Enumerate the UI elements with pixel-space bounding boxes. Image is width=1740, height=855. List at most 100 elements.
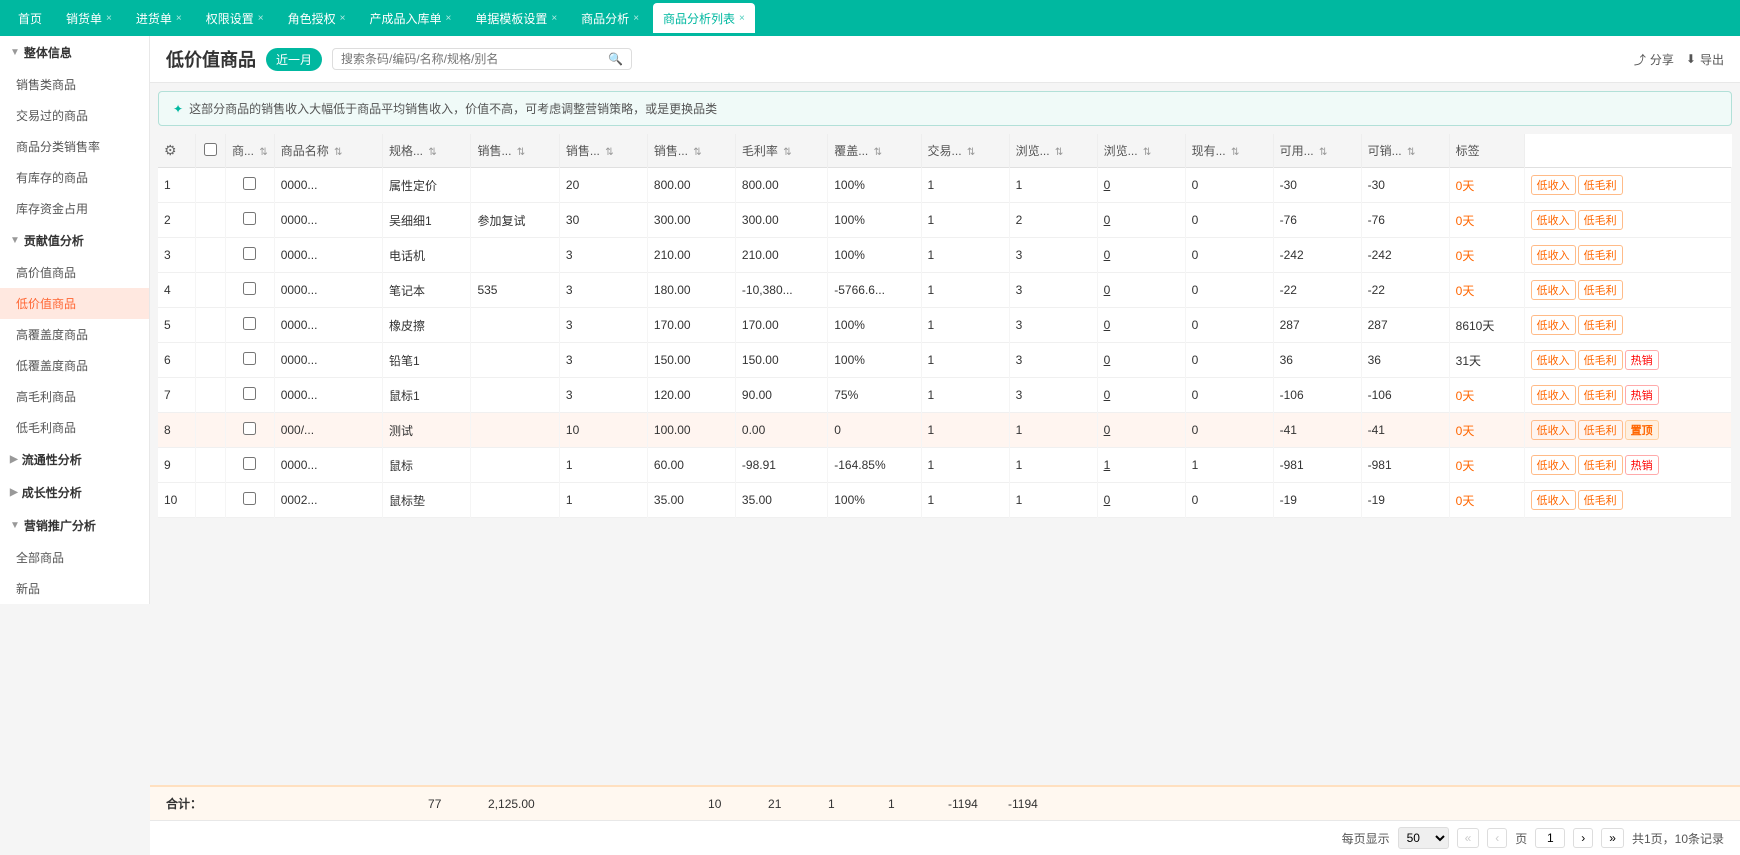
sidebar-section-0[interactable]: ▼整体信息: [0, 36, 149, 69]
nav-tab-close-8[interactable]: ×: [739, 13, 745, 24]
th-spec[interactable]: 规格... ⇅: [383, 134, 471, 168]
browse-link-1[interactable]: 0: [1104, 213, 1111, 227]
share-button[interactable]: ⤴ 分享: [1634, 51, 1674, 68]
first-page-btn[interactable]: «: [1457, 828, 1480, 848]
row-checkbox-8[interactable]: [243, 457, 256, 470]
nav-tab-4[interactable]: 角色授权×: [278, 3, 356, 33]
cell-browse1[interactable]: 0: [1097, 308, 1185, 343]
nav-tab-close-2[interactable]: ×: [176, 13, 182, 24]
browse-link-5[interactable]: 0: [1104, 353, 1111, 367]
nav-tab-0[interactable]: 首页: [8, 3, 52, 33]
th-margin[interactable]: 毛利率 ⇅: [735, 134, 827, 168]
table-container[interactable]: ⚙ 商... ⇅ 商品名称 ⇅ 规格... ⇅ 销售... ⇅ 销售... ⇅ …: [150, 134, 1740, 785]
export-button[interactable]: ⬇ 导出: [1686, 51, 1724, 68]
sidebar-item-4-1[interactable]: 新品: [0, 573, 149, 604]
row-checkbox-0[interactable]: [243, 177, 256, 190]
row-checkbox-9[interactable]: [243, 492, 256, 505]
th-sales-avg[interactable]: 销售... ⇅: [647, 134, 735, 168]
cell-current-stock: -981: [1273, 448, 1361, 483]
next-page-btn[interactable]: ›: [1573, 828, 1593, 848]
nav-tab-5[interactable]: 产成品入库单×: [359, 3, 461, 33]
row-checkbox-5[interactable]: [243, 352, 256, 365]
nav-tab-close-4[interactable]: ×: [340, 13, 346, 24]
row-checkbox-6[interactable]: [243, 387, 256, 400]
sidebar-item-1-3[interactable]: 低覆盖度商品: [0, 350, 149, 381]
per-page-select[interactable]: 50 100: [1398, 827, 1449, 849]
th-code[interactable]: 商... ⇅: [225, 134, 274, 168]
nav-tab-1[interactable]: 销货单×: [56, 3, 122, 33]
th-current-stock[interactable]: 现有... ⇅: [1185, 134, 1273, 168]
row-checkbox-1[interactable]: [243, 212, 256, 225]
sidebar-section-2[interactable]: ▶流通性分析: [0, 443, 149, 476]
row-checkbox-3[interactable]: [243, 282, 256, 295]
th-trade[interactable]: 交易... ⇅: [921, 134, 1009, 168]
browse-link-3[interactable]: 0: [1104, 283, 1111, 297]
nav-tab-close-1[interactable]: ×: [106, 13, 112, 24]
cell-saleable: 0天: [1449, 273, 1524, 308]
cell-sales-amount: 800.00: [647, 168, 735, 203]
nav-tab-8[interactable]: 商品分析列表×: [653, 3, 755, 33]
filter-button[interactable]: 近一月: [266, 48, 322, 71]
th-sales-qty[interactable]: 销售... ⇅: [471, 134, 559, 168]
cell-browse1[interactable]: 0: [1097, 203, 1185, 238]
browse-link-2[interactable]: 0: [1104, 248, 1111, 262]
browse-link-8[interactable]: 1: [1104, 458, 1111, 472]
th-settings[interactable]: ⚙: [158, 134, 195, 168]
sidebar-section-1[interactable]: ▼贡献值分析: [0, 224, 149, 257]
browse-link-4[interactable]: 0: [1104, 318, 1111, 332]
nav-tab-2[interactable]: 进货单×: [126, 3, 192, 33]
th-name[interactable]: 商品名称 ⇅: [274, 134, 382, 168]
th-sales-amount[interactable]: 销售... ⇅: [559, 134, 647, 168]
th-browse2[interactable]: 浏览... ⇅: [1097, 134, 1185, 168]
th-browse1[interactable]: 浏览... ⇅: [1009, 134, 1097, 168]
row-checkbox-2[interactable]: [243, 247, 256, 260]
nav-tab-close-3[interactable]: ×: [258, 13, 264, 24]
sidebar-section-4[interactable]: ▼营销推广分析: [0, 509, 149, 542]
sidebar-item-0-4[interactable]: 库存资金占用: [0, 193, 149, 224]
page-input[interactable]: [1535, 828, 1565, 848]
nav-tab-close-7[interactable]: ×: [633, 13, 639, 24]
browse-link-6[interactable]: 0: [1104, 388, 1111, 402]
sidebar-item-1-5[interactable]: 低毛利商品: [0, 412, 149, 443]
sidebar-item-0-1[interactable]: 交易过的商品: [0, 100, 149, 131]
nav-tab-7[interactable]: 商品分析×: [571, 3, 649, 33]
nav-tab-3[interactable]: 权限设置×: [196, 3, 274, 33]
cell-browse1[interactable]: 0: [1097, 343, 1185, 378]
cell-browse1[interactable]: 1: [1097, 448, 1185, 483]
select-all-checkbox[interactable]: [204, 143, 217, 156]
sidebar-item-1-4[interactable]: 高毛利商品: [0, 381, 149, 412]
table-footer: 合计： 77 2,125.00 10 21 1 1 -1194 -1194: [150, 785, 1740, 820]
cell-browse1[interactable]: 0: [1097, 273, 1185, 308]
cell-browse1[interactable]: 0: [1097, 413, 1185, 448]
browse-link-0[interactable]: 0: [1104, 178, 1111, 192]
sidebar-item-1-0[interactable]: 高价值商品: [0, 257, 149, 288]
browse-link-9[interactable]: 0: [1104, 493, 1111, 507]
th-coverage[interactable]: 覆盖... ⇅: [828, 134, 921, 168]
sidebar-item-1-2[interactable]: 高覆盖度商品: [0, 319, 149, 350]
row-checkbox-7[interactable]: [243, 422, 256, 435]
cell-browse1[interactable]: 0: [1097, 238, 1185, 273]
tag-badge: 低收入: [1531, 245, 1576, 265]
nav-tab-close-5[interactable]: ×: [445, 13, 451, 24]
th-saleable[interactable]: 可销... ⇅: [1361, 134, 1449, 168]
sidebar-item-1-1[interactable]: 低价值商品: [0, 288, 149, 319]
nav-tab-close-6[interactable]: ×: [551, 13, 557, 24]
sidebar-section-3[interactable]: ▶成长性分析: [0, 476, 149, 509]
th-available[interactable]: 可用... ⇅: [1273, 134, 1361, 168]
sidebar-item-0-0[interactable]: 销售类商品: [0, 69, 149, 100]
sidebar-item-0-3[interactable]: 有库存的商品: [0, 162, 149, 193]
last-page-btn[interactable]: »: [1601, 828, 1624, 848]
prev-page-btn[interactable]: ‹: [1487, 828, 1507, 848]
search-input[interactable]: [341, 52, 604, 66]
cell-browse1[interactable]: 0: [1097, 483, 1185, 518]
cell-browse1[interactable]: 0: [1097, 168, 1185, 203]
table-row: 6 0000... 铅笔1 3 150.00 150.00 100% 1 3 0…: [158, 343, 1732, 378]
cell-margin: 0: [828, 413, 921, 448]
cell-coverage: 1: [921, 168, 1009, 203]
browse-link-7[interactable]: 0: [1104, 423, 1111, 437]
row-checkbox-4[interactable]: [243, 317, 256, 330]
nav-tab-6[interactable]: 单据模板设置×: [465, 3, 567, 33]
cell-browse1[interactable]: 0: [1097, 378, 1185, 413]
sidebar-item-0-2[interactable]: 商品分类销售率: [0, 131, 149, 162]
sidebar-item-4-0[interactable]: 全部商品: [0, 542, 149, 573]
